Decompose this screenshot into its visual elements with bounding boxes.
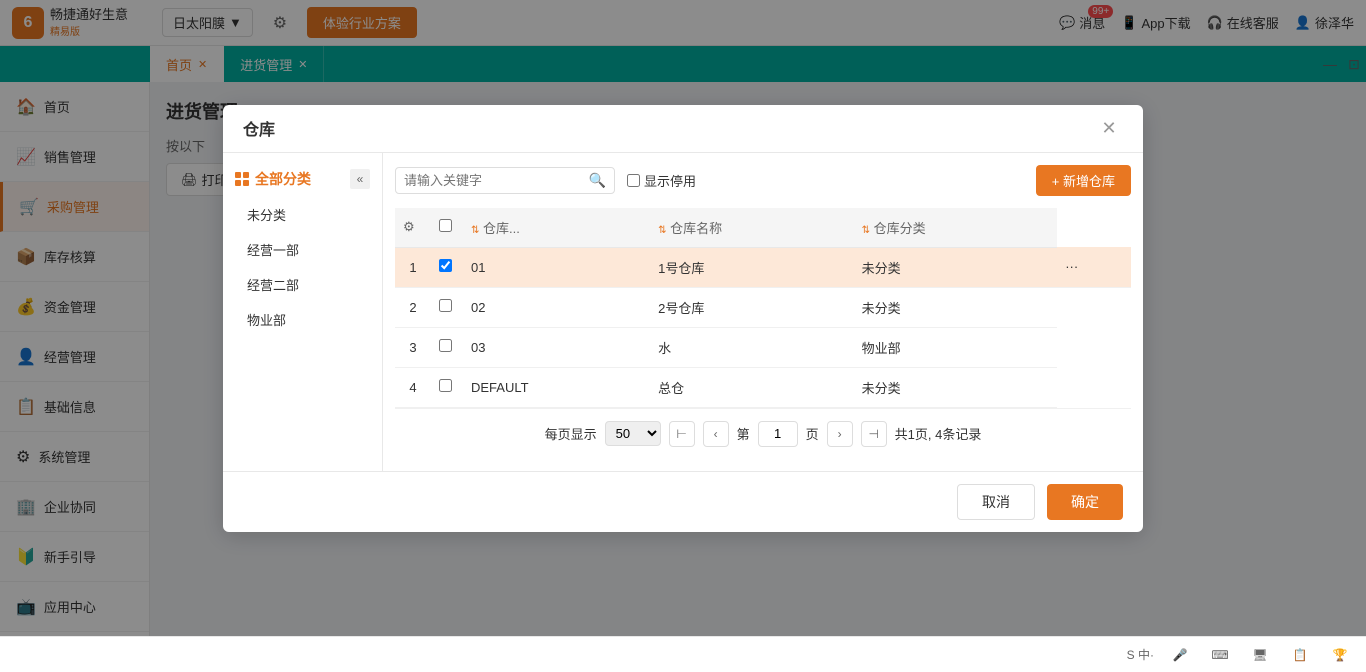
row-actions[interactable]: ··· <box>1057 247 1131 287</box>
total-info: 共1页, 4条记录 <box>895 424 982 443</box>
row-checkbox[interactable] <box>431 367 463 407</box>
category-item-unclassified[interactable]: 未分类 <box>223 197 382 232</box>
select-all-checkbox[interactable] <box>439 219 452 232</box>
row-code: 02 <box>463 287 650 327</box>
row-category: 未分类 <box>854 247 1058 287</box>
bottom-bar: S 中· 🎤 ⌨ 🖥 📋 🏆 <box>0 636 1366 672</box>
keyboard-icon[interactable]: ⌨ <box>1206 641 1234 669</box>
mic-icon[interactable]: 🎤 <box>1166 641 1194 669</box>
row-checkbox[interactable] <box>431 247 463 287</box>
row-category: 物业部 <box>854 327 1058 367</box>
row-code: DEFAULT <box>463 367 650 407</box>
add-warehouse-button[interactable]: + 新增仓库 <box>1036 165 1131 196</box>
row-num: 3 <box>395 327 431 367</box>
row-code: 03 <box>463 327 650 367</box>
row-category: 未分类 <box>854 287 1058 327</box>
grid-icon <box>235 172 249 186</box>
bottom-label: S 中· <box>1127 646 1154 663</box>
per-page-label: 每页显示 <box>545 424 597 443</box>
dialog-body: 全部分类 « 未分类 经营一部 经营二部 物业部 🔍 <box>223 153 1143 471</box>
table-row[interactable]: 3 03 水 物业部 <box>395 327 1131 367</box>
table-panel: 🔍 显示停用 + 新增仓库 ⚙ <box>383 153 1143 471</box>
category-header[interactable]: 全部分类 « <box>223 161 382 197</box>
modal-overlay: 仓库 ✕ 全部分类 « 未分类 经营一部 经营二部 物业部 <box>0 0 1366 636</box>
category-panel: 全部分类 « 未分类 经营一部 经营二部 物业部 <box>223 153 383 471</box>
row-checkbox[interactable] <box>431 327 463 367</box>
show-disabled-toggle[interactable]: 显示停用 <box>627 171 696 190</box>
show-disabled-label: 显示停用 <box>644 171 696 190</box>
row-num: 2 <box>395 287 431 327</box>
dialog-close-button[interactable]: ✕ <box>1095 114 1123 142</box>
page-input[interactable] <box>758 421 798 447</box>
page-unit: 页 <box>806 424 819 443</box>
col-checkbox <box>431 208 463 248</box>
next-page-button[interactable]: › <box>827 421 853 447</box>
pagination-row: 每页显示 50 100 200 ⊢ ‹ 第 页 › ⊣ 共1页, 4条记录 <box>395 408 1131 459</box>
row-num: 4 <box>395 367 431 407</box>
dialog-header: 仓库 ✕ <box>223 105 1143 153</box>
row-num: 1 <box>395 247 431 287</box>
clipboard-icon[interactable]: 📋 <box>1286 641 1314 669</box>
row-code: 01 <box>463 247 650 287</box>
last-page-button[interactable]: ⊣ <box>861 421 887 447</box>
dialog-title: 仓库 <box>243 116 275 140</box>
dialog-footer: 取消 确定 <box>223 471 1143 532</box>
first-page-button[interactable]: ⊢ <box>669 421 695 447</box>
all-categories-label: 全部分类 <box>235 169 311 189</box>
row-name: 1号仓库 <box>650 247 854 287</box>
sort-icon-category: ⇅ <box>862 225 870 236</box>
sort-icon-code: ⇅ <box>471 225 479 236</box>
table-row[interactable]: 1 01 1号仓库 未分类 ··· <box>395 247 1131 287</box>
category-item-ops2[interactable]: 经营二部 <box>223 267 382 302</box>
col-settings: ⚙ <box>395 208 431 248</box>
sort-icon-name: ⇅ <box>658 225 666 236</box>
table-body: 1 01 1号仓库 未分类 ··· 2 02 2号仓库 未分类 3 03 水 物… <box>395 247 1131 407</box>
row-name: 2号仓库 <box>650 287 854 327</box>
per-page-select[interactable]: 50 100 200 <box>605 421 661 446</box>
page-label: 第 <box>737 424 750 443</box>
monitor-icon[interactable]: 🖥 <box>1246 641 1274 669</box>
search-input[interactable] <box>404 173 583 188</box>
show-disabled-checkbox[interactable] <box>627 174 640 187</box>
search-box: 🔍 <box>395 167 615 194</box>
search-icon: 🔍 <box>589 172 606 189</box>
row-name: 水 <box>650 327 854 367</box>
collapse-button[interactable]: « <box>350 169 370 189</box>
settings-icon: ⚙ <box>403 219 415 234</box>
table-header-row: ⚙ ⇅ 仓库... ⇅ 仓库名称 <box>395 208 1131 248</box>
col-code: ⇅ 仓库... <box>463 208 650 248</box>
search-row: 🔍 显示停用 + 新增仓库 <box>395 165 1131 196</box>
warehouse-dialog: 仓库 ✕ 全部分类 « 未分类 经营一部 经营二部 物业部 <box>223 105 1143 532</box>
row-checkbox[interactable] <box>431 287 463 327</box>
confirm-button[interactable]: 确定 <box>1047 484 1123 520</box>
table-row[interactable]: 4 DEFAULT 总仓 未分类 <box>395 367 1131 407</box>
warehouse-table: ⚙ ⇅ 仓库... ⇅ 仓库名称 <box>395 208 1131 408</box>
category-item-ops1[interactable]: 经营一部 <box>223 232 382 267</box>
cancel-button[interactable]: 取消 <box>957 484 1035 520</box>
prev-page-button[interactable]: ‹ <box>703 421 729 447</box>
col-category: ⇅ 仓库分类 <box>854 208 1058 248</box>
table-row[interactable]: 2 02 2号仓库 未分类 <box>395 287 1131 327</box>
trophy-icon[interactable]: 🏆 <box>1326 641 1354 669</box>
category-item-property[interactable]: 物业部 <box>223 302 382 337</box>
row-category: 未分类 <box>854 367 1058 407</box>
col-name: ⇅ 仓库名称 <box>650 208 854 248</box>
row-name: 总仓 <box>650 367 854 407</box>
